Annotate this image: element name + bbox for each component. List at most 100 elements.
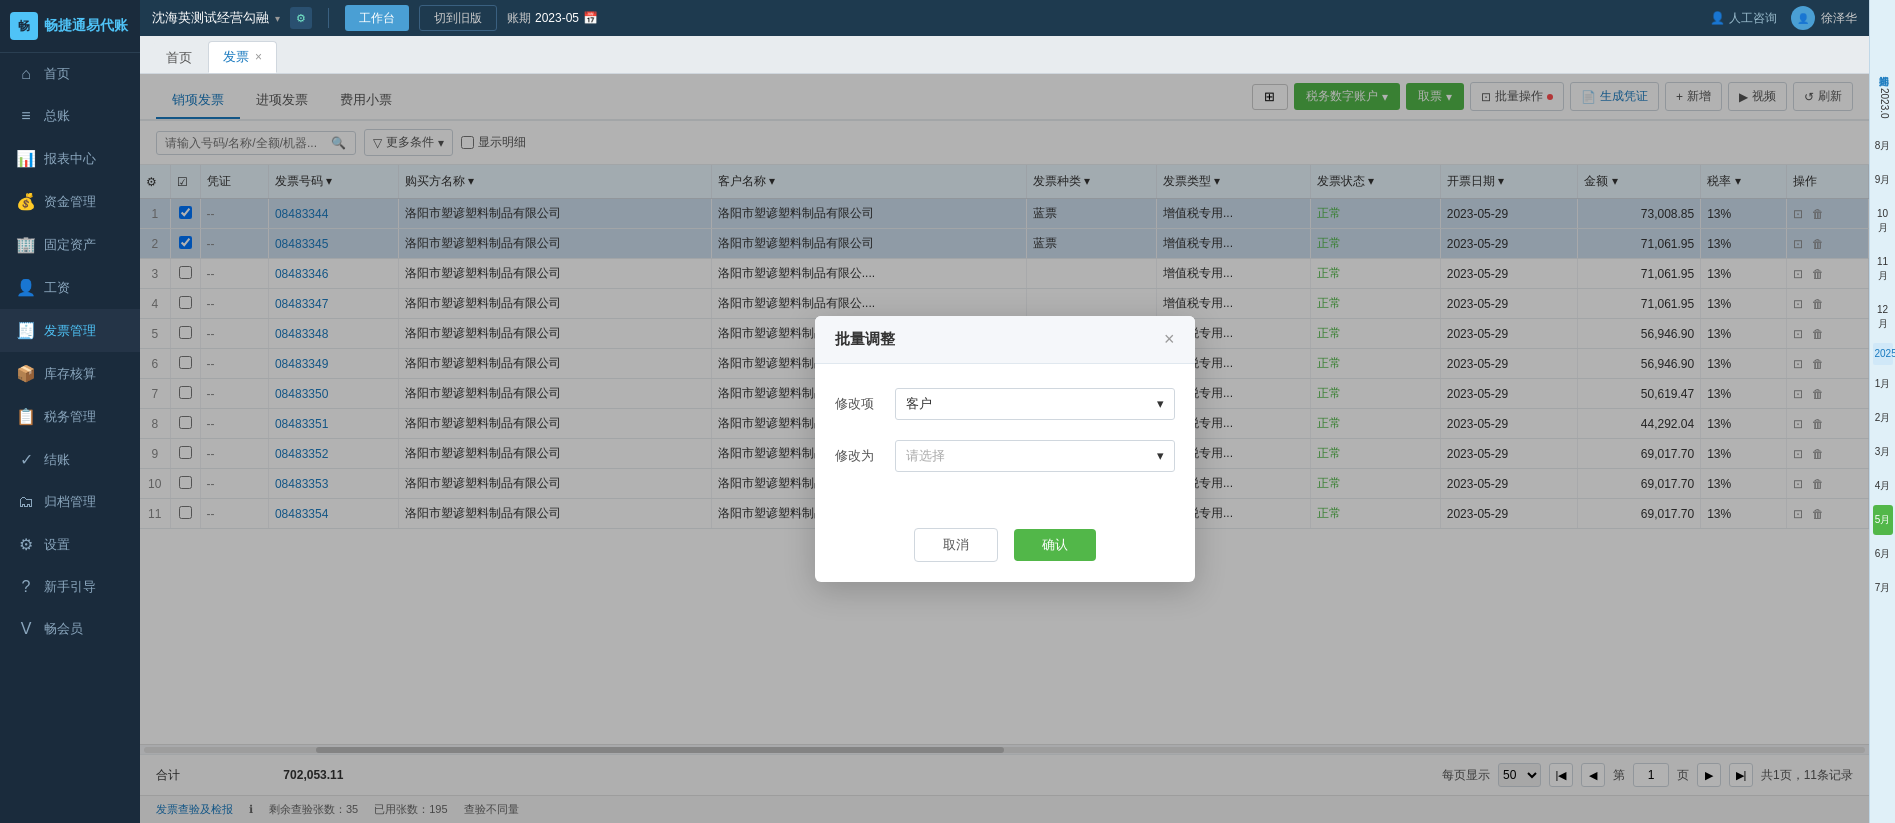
sidebar-label-archive: 归档管理 xyxy=(44,493,96,511)
sidebar: 畅 畅捷通易代账 ⌂ 首页 ≡ 总账 📊 报表中心 💰 资金管理 🏢 固定资产 … xyxy=(0,0,140,823)
sidebar-item-report[interactable]: 📊 报表中心 xyxy=(0,137,140,180)
home-icon: ⌂ xyxy=(16,65,36,83)
right-panel-2025[interactable]: 2025 xyxy=(1873,343,1893,365)
company-settings-icon[interactable]: ⚙ xyxy=(290,7,312,29)
right-panel-dec[interactable]: 12月 xyxy=(1873,295,1893,339)
closing-icon: ✓ xyxy=(16,450,36,469)
sidebar-label-closing: 结账 xyxy=(44,451,70,469)
sidebar-label-report: 报表中心 xyxy=(44,150,96,168)
user-area: 👤 徐泽华 xyxy=(1791,6,1857,30)
modal-title: 批量调整 xyxy=(835,330,895,349)
right-panel-jun[interactable]: 6月 xyxy=(1873,539,1893,569)
tab-close-icon[interactable]: × xyxy=(255,50,262,64)
service-button[interactable]: 👤 人工咨询 xyxy=(1710,10,1777,27)
right-period-panel: 期间选择 2023.0 8月 9月 10月 11月 12月 2025 1月 2月… xyxy=(1869,0,1895,823)
guide-icon: ? xyxy=(16,578,36,596)
tab-invoice-label: 发票 xyxy=(223,48,249,66)
sidebar-label-invoice: 发票管理 xyxy=(44,322,96,340)
sidebar-item-settings[interactable]: ⚙ 设置 xyxy=(0,523,140,566)
company-selector[interactable]: 沈海英测试经营勾融 ▾ xyxy=(152,9,280,27)
sidebar-label-home: 首页 xyxy=(44,65,70,83)
content-area: 销项发票 进项发票 费用小票 ⊞ 税务数字账户 ▾ 取票 xyxy=(140,74,1869,823)
bulk-adjust-modal: 批量调整 × 修改项 客户 ▾ 修改为 xyxy=(815,316,1195,582)
sidebar-item-ledger[interactable]: ≡ 总账 xyxy=(0,95,140,137)
modal-body: 修改项 客户 ▾ 修改为 请选择 ▾ xyxy=(815,364,1195,512)
sidebar-item-assets[interactable]: 🏢 固定资产 xyxy=(0,223,140,266)
right-panel-apr[interactable]: 4月 xyxy=(1873,471,1893,501)
sidebar-item-member[interactable]: V 畅会员 xyxy=(0,608,140,650)
username: 徐泽华 xyxy=(1821,10,1857,27)
right-panel-mar[interactable]: 3月 xyxy=(1873,437,1893,467)
topbar: 沈海英测试经营勾融 ▾ ⚙ 工作台 切到旧版 账期 2023-05 📅 👤 人工… xyxy=(140,0,1869,36)
sidebar-label-capital: 资金管理 xyxy=(44,193,96,211)
modal-footer: 取消 确认 xyxy=(815,512,1195,582)
tab-bar: 首页 发票 × xyxy=(140,36,1869,74)
sidebar-label-inventory: 库存核算 xyxy=(44,365,96,383)
right-panel-may[interactable]: 5月 xyxy=(1873,505,1893,535)
modify-value-row: 修改为 请选择 ▾ xyxy=(835,440,1175,472)
tab-invoice[interactable]: 发票 × xyxy=(208,41,277,73)
sidebar-label-tax: 税务管理 xyxy=(44,408,96,426)
sidebar-item-tax[interactable]: 📋 税务管理 xyxy=(0,395,140,438)
right-panel-oct[interactable]: 10月 xyxy=(1873,199,1893,243)
assets-icon: 🏢 xyxy=(16,235,36,254)
app-logo: 畅 畅捷通易代账 xyxy=(0,0,140,53)
sidebar-label-member: 畅会员 xyxy=(44,620,83,638)
right-panel-2023[interactable]: 2023.0 xyxy=(1873,80,1893,127)
right-panel-period-title: 期间选择 xyxy=(1873,60,1893,76)
archive-icon: 🗂 xyxy=(16,493,36,511)
sidebar-label-settings: 设置 xyxy=(44,536,70,554)
sidebar-label-ledger: 总账 xyxy=(44,107,70,125)
period-label: 账期 2023-05 📅 xyxy=(507,10,598,27)
right-panel-aug[interactable]: 8月 xyxy=(1873,131,1893,161)
workbench-button[interactable]: 工作台 xyxy=(345,5,409,31)
sidebar-item-inventory[interactable]: 📦 库存核算 xyxy=(0,352,140,395)
switch-old-button[interactable]: 切到旧版 xyxy=(419,5,497,31)
calendar-icon[interactable]: 📅 xyxy=(583,11,598,25)
sidebar-label-payroll: 工资 xyxy=(44,279,70,297)
member-icon: V xyxy=(16,620,36,638)
report-icon: 📊 xyxy=(16,149,36,168)
logo-icon: 畅 xyxy=(10,12,38,40)
invoice-icon: 🧾 xyxy=(16,321,36,340)
company-dropdown-icon: ▾ xyxy=(275,13,280,24)
capital-icon: 💰 xyxy=(16,192,36,211)
sidebar-item-payroll[interactable]: 👤 工资 xyxy=(0,266,140,309)
payroll-icon: 👤 xyxy=(16,278,36,297)
right-panel-jul[interactable]: 7月 xyxy=(1873,573,1893,603)
service-icon: 👤 xyxy=(1710,11,1725,25)
select-arrow-icon: ▾ xyxy=(1157,396,1164,411)
modify-field-select[interactable]: 客户 ▾ xyxy=(895,388,1175,420)
sidebar-item-archive[interactable]: 🗂 归档管理 xyxy=(0,481,140,523)
modal-overlay: 批量调整 × 修改项 客户 ▾ 修改为 xyxy=(140,74,1869,823)
user-avatar: 👤 xyxy=(1791,6,1815,30)
company-name: 沈海英测试经营勾融 xyxy=(152,9,269,27)
modal-header: 批量调整 × xyxy=(815,316,1195,364)
sidebar-item-guide[interactable]: ? 新手引导 xyxy=(0,566,140,608)
modify-value-label: 修改为 xyxy=(835,447,895,465)
sidebar-label-guide: 新手引导 xyxy=(44,578,96,596)
confirm-button[interactable]: 确认 xyxy=(1014,529,1096,561)
settings-icon: ⚙ xyxy=(16,535,36,554)
ledger-icon: ≡ xyxy=(16,107,36,125)
sidebar-label-assets: 固定资产 xyxy=(44,236,96,254)
sidebar-item-capital[interactable]: 💰 资金管理 xyxy=(0,180,140,223)
modal-close-button[interactable]: × xyxy=(1164,330,1175,348)
modify-value-select[interactable]: 请选择 ▾ xyxy=(895,440,1175,472)
right-panel-jan[interactable]: 1月 xyxy=(1873,369,1893,399)
right-panel-feb[interactable]: 2月 xyxy=(1873,403,1893,433)
sidebar-item-invoice[interactable]: 🧾 发票管理 xyxy=(0,309,140,352)
tax-icon: 📋 xyxy=(16,407,36,426)
right-panel-sep[interactable]: 9月 xyxy=(1873,165,1893,195)
right-panel-nov[interactable]: 11月 xyxy=(1873,247,1893,291)
inventory-icon: 📦 xyxy=(16,364,36,383)
tab-home[interactable]: 首页 xyxy=(152,43,206,73)
modify-field-label: 修改项 xyxy=(835,395,895,413)
sidebar-item-home[interactable]: ⌂ 首页 xyxy=(0,53,140,95)
tab-home-label: 首页 xyxy=(166,49,192,67)
cancel-button[interactable]: 取消 xyxy=(914,528,998,562)
modify-field-row: 修改项 客户 ▾ xyxy=(835,388,1175,420)
sidebar-item-closing[interactable]: ✓ 结账 xyxy=(0,438,140,481)
logo-text: 畅捷通易代账 xyxy=(44,17,128,35)
value-select-arrow-icon: ▾ xyxy=(1157,448,1164,463)
